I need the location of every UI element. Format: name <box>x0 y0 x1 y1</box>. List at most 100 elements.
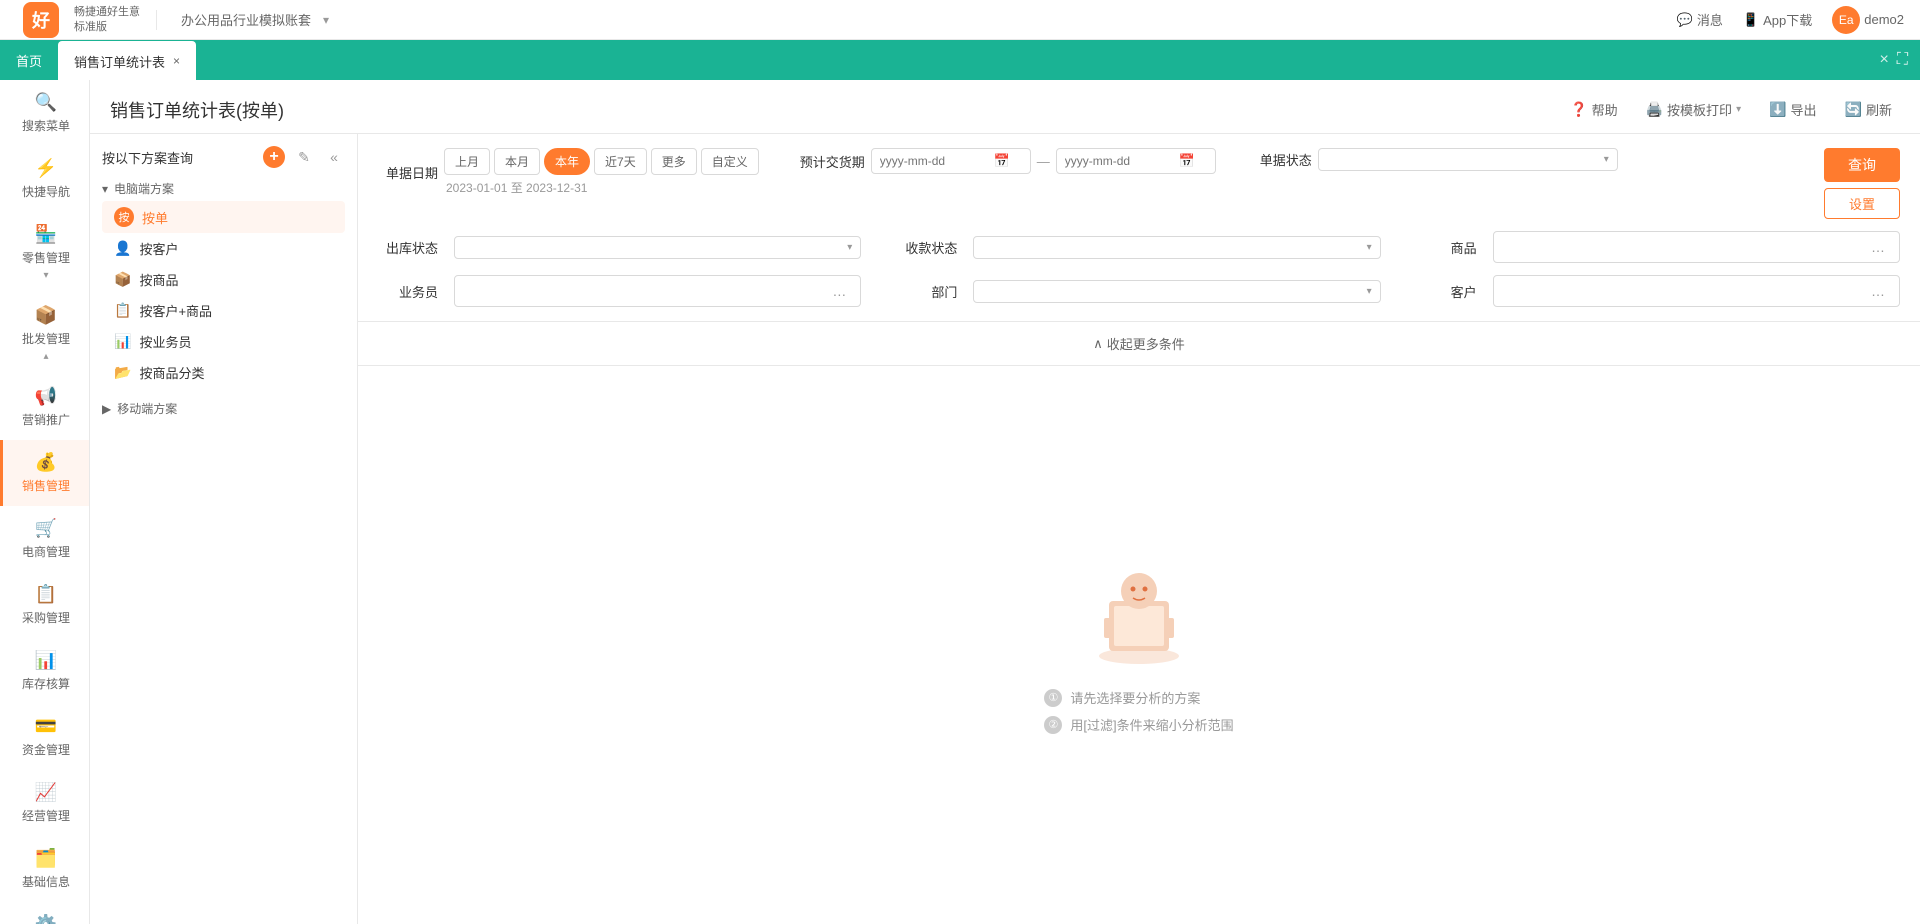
search-icon: 🔍 <box>35 92 57 113</box>
customer-control[interactable]: … <box>1493 275 1900 307</box>
expected-delivery-end-input[interactable] <box>1065 154 1175 168</box>
query-button[interactable]: 查询 <box>1824 148 1900 182</box>
payment-status-select[interactable]: ▾ <box>973 236 1380 259</box>
shipment-status-select[interactable]: ▾ <box>454 236 861 259</box>
empty-tip-1: ① 请先选择要分析的方案 <box>1044 688 1233 707</box>
tip-num-2: ② <box>1044 716 1062 734</box>
expected-delivery-end[interactable]: 📅 <box>1056 148 1216 174</box>
customer-scheme-icon: 👤 <box>114 240 131 257</box>
scheme-item-by-order[interactable]: 按 按单 <box>102 201 345 233</box>
edit-scheme-button[interactable]: ✎ <box>293 146 315 168</box>
payment-arrow: ▾ <box>1367 242 1372 253</box>
goods-more-icon[interactable]: … <box>1865 237 1891 257</box>
settings-button[interactable]: 设置 <box>1824 188 1900 219</box>
expected-delivery-group: 预计交货期 📅 — 📅 <box>795 148 1216 174</box>
sidebar-item-purchase[interactable]: 📋 采购管理 <box>0 572 89 638</box>
ecommerce-icon: 🛒 <box>35 518 57 539</box>
sidebar-search[interactable]: 🔍 搜索菜单 <box>0 80 89 146</box>
sidebar-item-system[interactable]: ⚙️ 系统管理 <box>0 902 89 924</box>
sidebar-item-sales[interactable]: 💰 销售管理 <box>0 440 89 506</box>
scheme-item-by-goods[interactable]: 📦 按商品 <box>102 264 345 295</box>
expected-delivery-label: 预计交货期 <box>795 152 865 171</box>
help-icon: ❓ <box>1570 101 1587 118</box>
export-icon: ⬇️ <box>1769 101 1786 118</box>
quicknav-icon: ⚡ <box>35 158 57 179</box>
department-label: 部门 <box>897 282 957 301</box>
last-month-btn[interactable]: 上月 <box>444 148 490 175</box>
panel-header-icons: + ✎ « <box>263 146 345 168</box>
shipment-status-label: 出库状态 <box>378 238 438 257</box>
add-scheme-button[interactable]: + <box>263 146 285 168</box>
retail-expand-icon: ▾ <box>43 270 48 281</box>
doc-status-select[interactable]: ▾ <box>1318 148 1618 171</box>
customer-more-icon[interactable]: … <box>1865 281 1891 301</box>
pc-scheme-section[interactable]: ▾ 电脑端方案 <box>90 176 357 201</box>
scheme-item-by-salesman[interactable]: 📊 按业务员 <box>102 326 345 357</box>
collapse-panel-button[interactable]: « <box>323 146 345 168</box>
page-actions: ❓ 帮助 🖨️ 按模板打印 ▾ ⬇️ 导出 🔄 刷新 <box>1562 96 1900 123</box>
top-bar: 好 畅捷通好生意 标准版 办公用品行业模拟账套 ▾ 💬 消息 📱 App下载 E… <box>0 0 1920 40</box>
sidebar-item-marketing[interactable]: 📢 营销推广 <box>0 374 89 440</box>
export-button[interactable]: ⬇️ 导出 <box>1761 96 1824 123</box>
main-layout: 🔍 搜索菜单 ⚡ 快捷导航 🏪 零售管理 ▾ 📦 批发管理 ▴ 📢 营销推广 💰… <box>0 80 1920 924</box>
tab-home[interactable]: 首页 <box>0 40 58 80</box>
this-year-btn[interactable]: 本年 <box>544 148 590 175</box>
window-controls: × ⛶ <box>1879 51 1920 69</box>
divider <box>156 10 157 30</box>
sidebar-item-inventory[interactable]: 📊 库存核算 <box>0 638 89 704</box>
sidebar-item-retail[interactable]: 🏪 零售管理 ▾ <box>0 212 89 293</box>
doc-status-arrow: ▾ <box>1604 154 1609 165</box>
user-menu[interactable]: Ea demo2 <box>1832 6 1904 34</box>
logo-box: 好 <box>16 2 66 38</box>
message-button[interactable]: 💬 消息 <box>1677 10 1723 29</box>
department-select[interactable]: ▾ <box>973 280 1380 303</box>
sidebar-item-wholesale[interactable]: 📦 批发管理 ▴ <box>0 293 89 374</box>
scheme-item-by-goods-category[interactable]: 📂 按商品分类 <box>102 357 345 388</box>
this-month-btn[interactable]: 本月 <box>494 148 540 175</box>
sidebar-item-operations[interactable]: 📈 经营管理 <box>0 770 89 836</box>
tab-sales-order-stats[interactable]: 销售订单统计表 × <box>58 41 196 81</box>
logo-icon: 好 <box>23 2 59 38</box>
shipment-arrow: ▾ <box>847 242 852 253</box>
maximize-button[interactable]: ⛶ <box>1897 51 1908 69</box>
refresh-button[interactable]: 🔄 刷新 <box>1837 96 1900 123</box>
top-bar-right: 💬 消息 📱 App下载 Ea demo2 <box>1677 6 1904 34</box>
mobile-scheme-section[interactable]: ▶ 移动端方案 <box>90 396 357 421</box>
salesman-more-icon[interactable]: … <box>826 281 852 301</box>
left-panel: 按以下方案查询 + ✎ « ▾ 电脑端方案 按 按单 <box>90 134 358 924</box>
calendar-icon-1: 📅 <box>994 153 1010 169</box>
more-date-btn[interactable]: 更多 <box>651 148 697 175</box>
sidebar-item-basic[interactable]: 🗂️ 基础信息 <box>0 836 89 902</box>
scheme-item-by-customer-goods[interactable]: 📋 按客户+商品 <box>102 295 345 326</box>
salesman-control[interactable]: … <box>454 275 861 307</box>
goods-control[interactable]: … <box>1493 231 1900 263</box>
page-title: 销售订单统计表(按单) <box>110 97 284 123</box>
minimize-button[interactable]: × <box>1879 51 1888 69</box>
print-dropdown-icon[interactable]: ▾ <box>1736 104 1741 115</box>
scheme-item-by-customer[interactable]: 👤 按客户 <box>102 233 345 264</box>
expected-delivery-start-input[interactable] <box>880 154 990 168</box>
empty-svg <box>1079 556 1199 676</box>
sidebar-quicknav[interactable]: ⚡ 快捷导航 <box>0 146 89 212</box>
calendar-icon-2: 📅 <box>1179 153 1195 169</box>
collapse-button[interactable]: ∧ 收起更多条件 <box>1077 330 1201 357</box>
expected-delivery-start[interactable]: 📅 <box>871 148 1031 174</box>
app-title-dropdown[interactable]: ▾ <box>323 13 329 27</box>
date-label: 单据日期 <box>378 163 438 182</box>
empty-tip-2: ② 用[过滤]条件来缩小分析范围 <box>1044 715 1233 734</box>
salesman-scheme-icon: 📊 <box>114 333 131 350</box>
tab-close-icon[interactable]: × <box>173 54 180 68</box>
app-download-button[interactable]: 📱 App下载 <box>1743 10 1812 29</box>
download-icon: 📱 <box>1743 12 1759 28</box>
refresh-icon: 🔄 <box>1845 101 1862 118</box>
active-scheme-badge: 按 <box>114 207 134 227</box>
goods-scheme-icon: 📦 <box>114 271 131 288</box>
last-7-days-btn[interactable]: 近7天 <box>594 148 647 175</box>
custom-date-btn[interactable]: 自定义 <box>701 148 759 175</box>
system-icon: ⚙️ <box>35 914 57 924</box>
sidebar-item-finance[interactable]: 💳 资金管理 <box>0 704 89 770</box>
sidebar-item-ecommerce[interactable]: 🛒 电商管理 <box>0 506 89 572</box>
help-button[interactable]: ❓ 帮助 <box>1562 96 1625 123</box>
pc-scheme-expand-icon: ▾ <box>102 182 108 196</box>
template-print-button[interactable]: 🖨️ 按模板打印 ▾ <box>1638 96 1749 123</box>
